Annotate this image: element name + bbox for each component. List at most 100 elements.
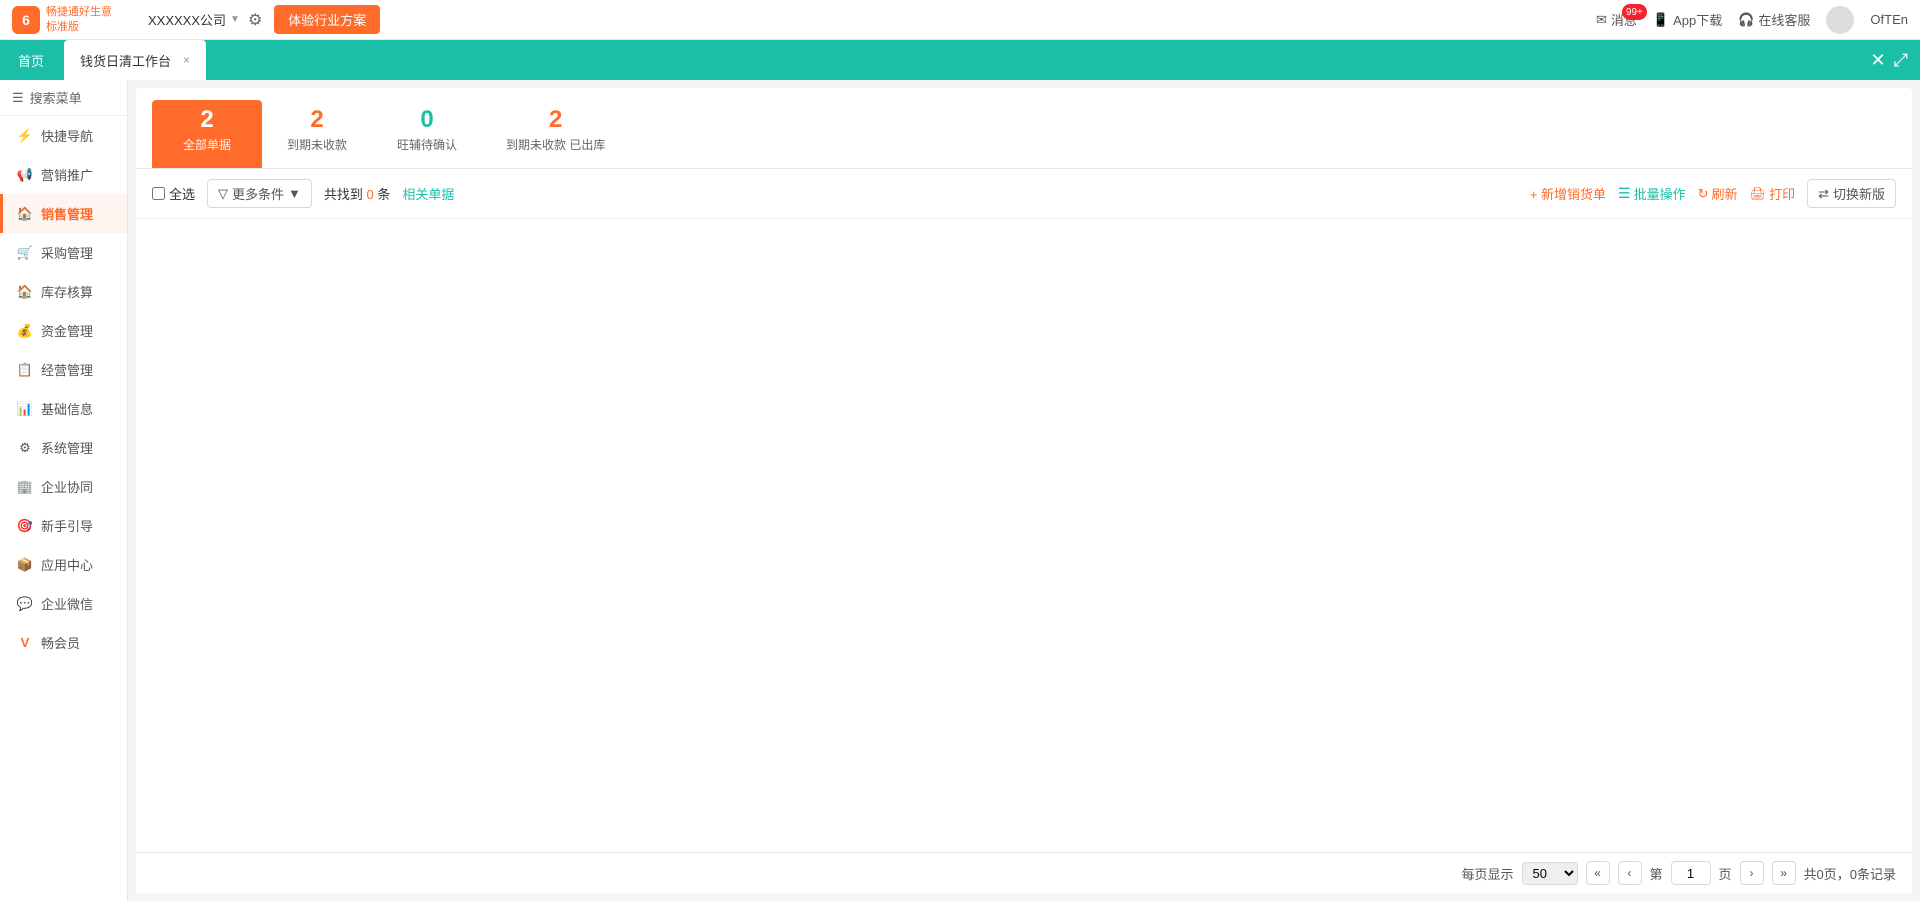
logo-icon: 6 <box>12 6 40 34</box>
select-all-input[interactable] <box>152 187 165 200</box>
content-area: 2 全部单据 2 到期未收款 0 旺辅待确认 2 到期未收款 已出库 全选 <box>136 88 1912 893</box>
top-bar-right: ✉ 消息 99+ 📱 App下载 🎧 在线客服 OfTEn <box>1596 6 1908 34</box>
company-dropdown-icon: ▼ <box>230 14 240 25</box>
sidebar-item-basic[interactable]: 📊 基础信息 <box>0 389 127 428</box>
logo: 6 畅捷通好生意 标准版 <box>12 5 140 34</box>
system-icon: ⚙ <box>17 440 33 456</box>
basic-icon: 📊 <box>17 401 33 417</box>
avatar-name: OfTEn <box>1870 12 1908 27</box>
tab-active[interactable]: 钱货日清工作台 × <box>64 40 206 80</box>
enterprise-icon: 🏢 <box>17 479 33 495</box>
sidebar-item-enterprise[interactable]: 🏢 企业协同 <box>0 467 127 506</box>
per-page-select[interactable]: 50 100 200 <box>1522 862 1578 885</box>
tabs-right-controls: ✕ ⤢ <box>1871 50 1920 71</box>
message-icon: ✉ <box>1596 12 1607 28</box>
add-sale-order-button[interactable]: + 新增销货单 <box>1530 184 1606 203</box>
sidebar-item-operation[interactable]: 📋 经营管理 <box>0 350 127 389</box>
stat-tab-wangwang[interactable]: 0 旺辅待确认 <box>372 100 482 168</box>
quick-nav-icon: ⚡ <box>17 128 33 144</box>
stat-num-overdue-not-shipped: 2 <box>549 108 562 132</box>
last-page-button[interactable]: » <box>1772 861 1796 885</box>
stat-num-wangwang: 0 <box>420 108 433 132</box>
finance-icon: 💰 <box>17 323 33 339</box>
stat-num-overdue-unpaid: 2 <box>310 108 323 132</box>
related-link[interactable]: 相关单据 <box>402 184 454 203</box>
purchase-icon: 🛒 <box>17 245 33 261</box>
top-bar: 6 畅捷通好生意 标准版 XXXXXX公司 ▼ ⚙ 体验行业方案 ✉ 消息 99… <box>0 0 1920 40</box>
sidebar-item-system[interactable]: ⚙ 系统管理 <box>0 428 127 467</box>
refresh-icon: ↻ <box>1698 186 1709 202</box>
batch-operation-button[interactable]: ☰ 批量操作 <box>1618 184 1686 203</box>
appstore-icon: 📦 <box>17 557 33 573</box>
tab-home[interactable]: 首页 <box>0 40 62 80</box>
stat-tab-overdue-not-shipped[interactable]: 2 到期未收款 已出库 <box>482 100 629 168</box>
newbie-icon: 🎯 <box>17 518 33 534</box>
found-text: 共找到 0 条 <box>324 184 391 203</box>
settings-icon[interactable]: ⚙ <box>248 10 262 30</box>
stat-tab-overdue-unpaid[interactable]: 2 到期未收款 <box>262 100 372 168</box>
found-count: 0 <box>367 187 374 202</box>
filter-button[interactable]: ▽ 更多条件 ▼ <box>207 179 312 208</box>
batch-icon: ☰ <box>1618 185 1631 202</box>
service-icon: 🎧 <box>1738 12 1754 28</box>
stat-label-overdue-unpaid: 到期未收款 <box>287 136 347 153</box>
tab-expand-button[interactable]: ⤢ <box>1894 50 1908 71</box>
sidebar-item-inventory[interactable]: 🏠 库存核算 <box>0 272 127 311</box>
sidebar-item-appstore[interactable]: 📦 应用中心 <box>0 545 127 584</box>
tab-close-button[interactable]: ✕ <box>1871 50 1886 71</box>
tabs-bar: 首页 钱货日清工作台 × ✕ ⤢ <box>0 40 1920 80</box>
select-all-checkbox[interactable]: 全选 <box>152 184 195 203</box>
company-selector[interactable]: XXXXXX公司 ▼ <box>148 10 240 29</box>
stats-tabs: 2 全部单据 2 到期未收款 0 旺辅待确认 2 到期未收款 已出库 <box>136 88 1912 169</box>
sidebar-search[interactable]: ☰ 搜索菜单 <box>0 80 127 116</box>
print-icon: 🖨 <box>1750 186 1767 202</box>
first-page-button[interactable]: « <box>1586 861 1610 885</box>
sidebar-item-marketing[interactable]: 📢 营销推广 <box>0 155 127 194</box>
stat-label-overdue-not-shipped: 到期未收款 已出库 <box>506 136 605 153</box>
sidebar: ☰ 搜索菜单 ⚡ 快捷导航 📢 营销推广 🏠 销售管理 🛒 采购管理 🏠 库存核… <box>0 80 128 901</box>
table-area <box>136 219 1912 852</box>
sidebar-item-finance[interactable]: 💰 资金管理 <box>0 311 127 350</box>
sidebar-item-purchase[interactable]: 🛒 采购管理 <box>0 233 127 272</box>
stat-label-all: 全部单据 <box>183 136 231 153</box>
wechat-icon: 💬 <box>17 596 33 612</box>
pagination-bar: 每页显示 50 100 200 « ‹ 第 页 › » 共0页，0条记录 <box>136 852 1912 893</box>
avatar[interactable] <box>1826 6 1854 34</box>
page-suffix: 页 <box>1719 864 1732 883</box>
filter-arrow-icon: ▼ <box>288 186 301 201</box>
operation-icon: 📋 <box>17 362 33 378</box>
next-page-button[interactable]: › <box>1740 861 1764 885</box>
refresh-button[interactable]: ↻ 刷新 <box>1698 184 1738 203</box>
switch-version-button[interactable]: ⇄ 切换新版 <box>1807 179 1896 208</box>
sidebar-item-wechat[interactable]: 💬 企业微信 <box>0 584 127 623</box>
sidebar-item-newbie[interactable]: 🎯 新手引导 <box>0 506 127 545</box>
page-label: 第 <box>1650 864 1663 883</box>
tab-close-icon[interactable]: × <box>183 53 190 67</box>
sidebar-item-vip[interactable]: V 畅会员 <box>0 623 127 662</box>
logo-text: 畅捷通好生意 标准版 <box>46 5 112 34</box>
marketing-icon: 📢 <box>17 167 33 183</box>
app-icon: 📱 <box>1653 12 1669 28</box>
page-input[interactable] <box>1671 861 1711 885</box>
print-button[interactable]: 🖨 打印 <box>1750 184 1796 203</box>
stat-tab-all[interactable]: 2 全部单据 <box>152 100 262 168</box>
filter-icon: ▽ <box>218 186 228 202</box>
sidebar-item-quick-nav[interactable]: ⚡ 快捷导航 <box>0 116 127 155</box>
per-page-label: 每页显示 <box>1461 864 1513 883</box>
prev-page-button[interactable]: ‹ <box>1618 861 1642 885</box>
trial-button[interactable]: 体验行业方案 <box>274 5 380 34</box>
search-icon: ☰ <box>12 90 24 106</box>
vip-icon: V <box>17 635 33 651</box>
message-button[interactable]: ✉ 消息 99+ <box>1596 10 1637 29</box>
stat-num-all: 2 <box>200 108 213 132</box>
stat-label-wangwang: 旺辅待确认 <box>397 136 457 153</box>
switch-icon: ⇄ <box>1818 186 1829 202</box>
sales-icon: 🏠 <box>17 206 33 222</box>
total-records: 共0页，0条记录 <box>1804 864 1896 883</box>
main-content: 2 全部单据 2 到期未收款 0 旺辅待确认 2 到期未收款 已出库 全选 <box>128 80 1920 901</box>
sidebar-item-sales[interactable]: 🏠 销售管理 <box>0 194 127 233</box>
inventory-icon: 🏠 <box>17 284 33 300</box>
toolbar-right: + 新增销货单 ☰ 批量操作 ↻ 刷新 🖨 打印 ⇄ 切换新版 <box>1530 179 1896 208</box>
online-service-button[interactable]: 🎧 在线客服 <box>1738 10 1810 29</box>
app-download-button[interactable]: 📱 App下载 <box>1653 10 1722 29</box>
